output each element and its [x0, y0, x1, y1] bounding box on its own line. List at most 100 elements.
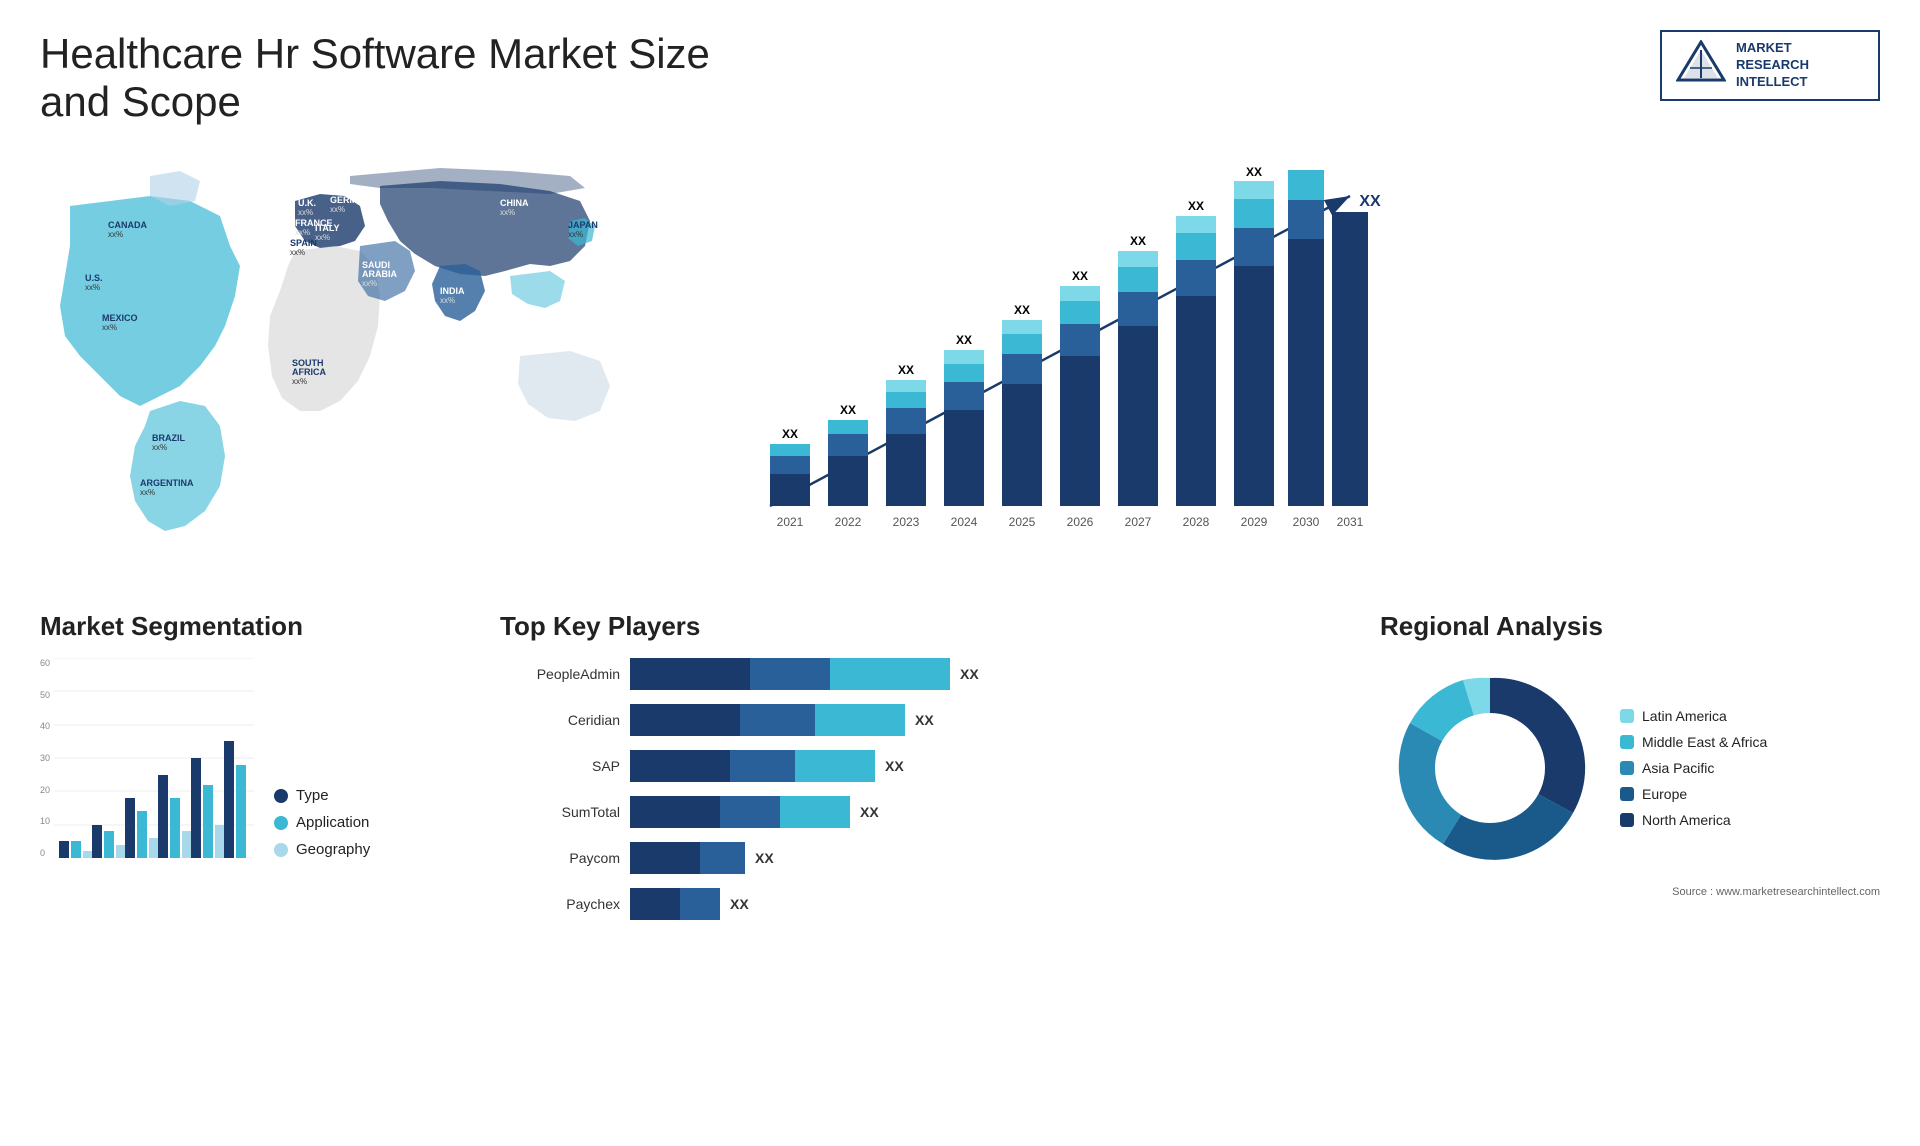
world-map: CANADA xx% U.S. xx% MEXICO xx% BRAZIL xx…: [40, 146, 660, 566]
na-label: North America: [1642, 812, 1731, 828]
svg-text:U.K.: U.K.: [298, 198, 316, 208]
players-section: Top Key Players PeopleAdmin XX Ceridian: [490, 611, 1350, 934]
player-bar-3: XX: [630, 750, 1340, 782]
player-val-6: XX: [730, 896, 749, 912]
svg-text:xx%: xx%: [140, 488, 155, 497]
svg-text:2029: 2029: [1241, 515, 1268, 529]
donut-chart: [1380, 658, 1600, 878]
player-bar-2: XX: [630, 704, 1340, 736]
svg-text:xx%: xx%: [108, 230, 123, 239]
player-name-4: SumTotal: [500, 804, 620, 820]
segmentation-title: Market Segmentation: [40, 611, 460, 642]
player-name-3: SAP: [500, 758, 620, 774]
player-row: PeopleAdmin XX: [500, 658, 1340, 690]
europe-label: Europe: [1642, 786, 1687, 802]
europe-dot: [1620, 787, 1634, 801]
mea-dot: [1620, 735, 1634, 749]
map-section: CANADA xx% U.S. xx% MEXICO xx% BRAZIL xx…: [40, 146, 660, 566]
svg-text:2025: 2025: [1009, 515, 1036, 529]
svg-text:xx%: xx%: [330, 205, 345, 214]
svg-text:XX: XX: [1298, 166, 1314, 169]
svg-text:MEXICO: MEXICO: [102, 313, 138, 323]
na-dot: [1620, 813, 1634, 827]
type-dot: [274, 789, 288, 803]
player-row: SumTotal XX: [500, 796, 1340, 828]
page-title: Healthcare Hr Software Market Size and S…: [40, 30, 740, 126]
seg-bars-svg: 2021 2022 2023: [54, 658, 254, 858]
svg-text:xx%: xx%: [152, 443, 167, 452]
svg-text:xx%: xx%: [102, 323, 117, 332]
player-row: Paychex XX: [500, 888, 1340, 920]
svg-text:xx%: xx%: [315, 233, 330, 242]
legend-type: Type: [274, 787, 370, 804]
svg-text:ARABIA: ARABIA: [362, 269, 397, 279]
legend-type-label: Type: [296, 787, 329, 804]
svg-text:xx%: xx%: [298, 208, 313, 217]
seg-y-axis: 0 10 20 30 40 50 60: [40, 658, 54, 858]
svg-text:XX: XX: [1130, 234, 1146, 248]
players-title: Top Key Players: [500, 611, 1340, 642]
svg-text:ARGENTINA: ARGENTINA: [140, 478, 194, 488]
svg-text:SPAIN: SPAIN: [290, 238, 317, 248]
player-bar-6: XX: [630, 888, 1340, 920]
regional-title: Regional Analysis: [1380, 611, 1880, 642]
svg-text:XX: XX: [1014, 303, 1030, 317]
logo-text: MARKET RESEARCH INTELLECT: [1736, 40, 1809, 91]
latin-dot: [1620, 709, 1634, 723]
svg-text:CANADA: CANADA: [108, 220, 147, 230]
mea-label: Middle East & Africa: [1642, 734, 1767, 750]
player-name-5: Paycom: [500, 850, 620, 866]
player-bar-4: XX: [630, 796, 1340, 828]
apac-dot: [1620, 761, 1634, 775]
bottom-row: Market Segmentation 0 10 20 30 40 50 60: [40, 611, 1880, 934]
svg-text:xx%: xx%: [500, 208, 515, 217]
svg-text:2030: 2030: [1293, 515, 1320, 529]
svg-text:XX: XX: [956, 333, 972, 347]
svg-text:XX: XX: [782, 427, 798, 441]
regional-legend: Latin America Middle East & Africa Asia …: [1620, 708, 1767, 828]
reg-legend-europe: Europe: [1620, 786, 1767, 802]
svg-text:GERMANY: GERMANY: [330, 195, 376, 205]
svg-text:XX: XX: [1072, 269, 1088, 283]
player-name-1: PeopleAdmin: [500, 666, 620, 682]
player-bar-5: XX: [630, 842, 1340, 874]
content-grid: CANADA xx% U.S. xx% MEXICO xx% BRAZIL xx…: [40, 146, 1880, 934]
seg-legend: Type Application Geography: [274, 787, 370, 858]
bar-chart-section: XX 2021 XX 2022 XX 2023 XX 2024: [690, 146, 1880, 591]
player-bar-1: XX: [630, 658, 1340, 690]
growth-bar-chart: XX 2021 XX 2022 XX 2023 XX 2024: [710, 166, 1390, 566]
app-dot: [274, 816, 288, 830]
segmentation-section: Market Segmentation 0 10 20 30 40 50 60: [40, 611, 460, 934]
svg-text:xx%: xx%: [85, 283, 100, 292]
source-text: Source : www.marketresearchintellect.com: [1380, 886, 1880, 898]
regional-content: Latin America Middle East & Africa Asia …: [1380, 658, 1880, 878]
logo-icon: [1676, 40, 1726, 90]
legend-geography: Geography: [274, 841, 370, 858]
donut-svg: [1380, 658, 1600, 878]
svg-text:JAPAN: JAPAN: [568, 220, 598, 230]
reg-legend-mea: Middle East & Africa: [1620, 734, 1767, 750]
svg-text:xx%: xx%: [290, 248, 305, 257]
seg-chart-wrap: 0 10 20 30 40 50 60: [40, 658, 460, 858]
svg-text:2023: 2023: [893, 515, 920, 529]
svg-text:INDIA: INDIA: [440, 286, 465, 296]
svg-text:xx%: xx%: [568, 230, 583, 239]
svg-text:XX: XX: [1359, 193, 1381, 210]
svg-text:XX: XX: [898, 363, 914, 377]
player-val-5: XX: [755, 850, 774, 866]
player-val-4: XX: [860, 804, 879, 820]
player-row: Ceridian XX: [500, 704, 1340, 736]
legend-application: Application: [274, 814, 370, 831]
legend-app-label: Application: [296, 814, 369, 831]
page-header: Healthcare Hr Software Market Size and S…: [40, 30, 1880, 126]
player-val-1: XX: [960, 666, 979, 682]
svg-text:2027: 2027: [1125, 515, 1152, 529]
svg-text:BRAZIL: BRAZIL: [152, 433, 185, 443]
svg-text:2026: 2026: [1067, 515, 1094, 529]
svg-text:U.S.: U.S.: [85, 273, 103, 283]
player-name-6: Paychex: [500, 896, 620, 912]
svg-text:2024: 2024: [951, 515, 978, 529]
player-val-3: XX: [885, 758, 904, 774]
logo-box: MARKET RESEARCH INTELLECT: [1660, 30, 1880, 101]
svg-text:XX: XX: [1188, 199, 1204, 213]
